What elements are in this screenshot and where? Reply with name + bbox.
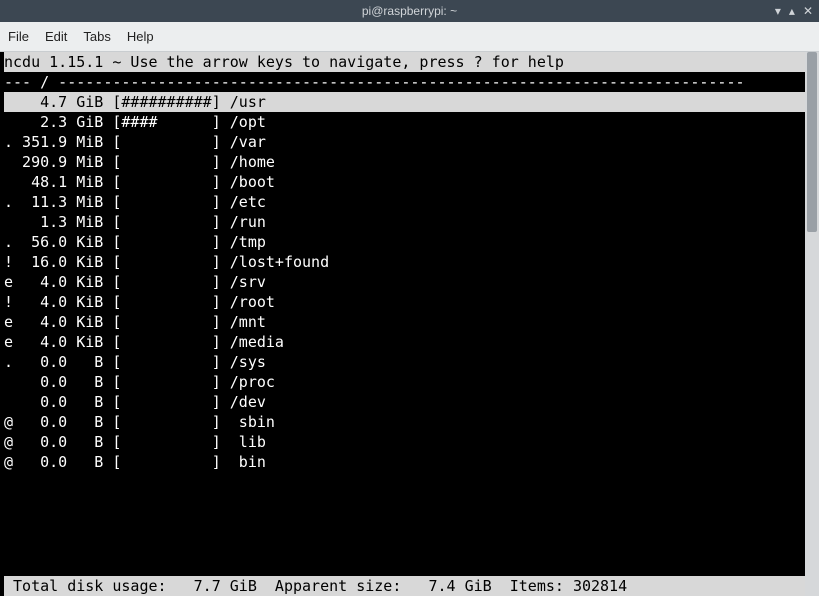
ncdu-row[interactable]: @ 0.0 B [ ] bin [4, 452, 815, 472]
ncdu-row[interactable]: 48.1 MiB [ ] /boot [4, 172, 815, 192]
menu-file[interactable]: File [8, 29, 29, 44]
ncdu-row[interactable]: 4.7 GiB [##########] /usr [4, 92, 815, 112]
ncdu-footer: Total disk usage: 7.7 GiB Apparent size:… [4, 576, 815, 596]
window-controls: ▾ ▴ ✕ [775, 4, 813, 18]
ncdu-row[interactable]: . 0.0 B [ ] /sys [4, 352, 815, 372]
ncdu-row[interactable]: 1.3 MiB [ ] /run [4, 212, 815, 232]
ncdu-row[interactable]: . 11.3 MiB [ ] /etc [4, 192, 815, 212]
ncdu-row[interactable]: e 4.0 KiB [ ] /mnt [4, 312, 815, 332]
scrollbar-thumb[interactable] [807, 52, 817, 232]
ncdu-row[interactable]: e 4.0 KiB [ ] /srv [4, 272, 815, 292]
menu-edit[interactable]: Edit [45, 29, 67, 44]
ncdu-row[interactable]: 0.0 B [ ] /dev [4, 392, 815, 412]
terminal-area[interactable]: ncdu 1.15.1 ~ Use the arrow keys to navi… [0, 52, 819, 596]
ncdu-row[interactable]: @ 0.0 B [ ] sbin [4, 412, 815, 432]
maximize-icon[interactable]: ▴ [789, 4, 795, 18]
ncdu-row[interactable]: 0.0 B [ ] /proc [4, 372, 815, 392]
ncdu-row[interactable]: . 351.9 MiB [ ] /var [4, 132, 815, 152]
ncdu-row[interactable]: 290.9 MiB [ ] /home [4, 152, 815, 172]
ncdu-row[interactable]: ! 16.0 KiB [ ] /lost+found [4, 252, 815, 272]
ncdu-path-line: --- / ----------------------------------… [4, 72, 815, 92]
ncdu-row[interactable]: 2.3 GiB [#### ] /opt [4, 112, 815, 132]
close-icon[interactable]: ✕ [803, 4, 813, 18]
ncdu-file-list[interactable]: 4.7 GiB [##########] /usr 2.3 GiB [#### … [4, 92, 815, 472]
window-titlebar: pi@raspberrypi: ~ ▾ ▴ ✕ [0, 0, 819, 22]
menubar: File Edit Tabs Help [0, 22, 819, 52]
ncdu-row[interactable]: @ 0.0 B [ ] lib [4, 432, 815, 452]
window-title: pi@raspberrypi: ~ [362, 4, 457, 18]
ncdu-row[interactable]: ! 4.0 KiB [ ] /root [4, 292, 815, 312]
ncdu-header: ncdu 1.15.1 ~ Use the arrow keys to navi… [4, 52, 815, 72]
ncdu-row[interactable]: e 4.0 KiB [ ] /media [4, 332, 815, 352]
ncdu-row[interactable]: . 56.0 KiB [ ] /tmp [4, 232, 815, 252]
minimize-icon[interactable]: ▾ [775, 4, 781, 18]
menu-tabs[interactable]: Tabs [83, 29, 110, 44]
menu-help[interactable]: Help [127, 29, 154, 44]
scrollbar-track[interactable] [805, 52, 819, 596]
